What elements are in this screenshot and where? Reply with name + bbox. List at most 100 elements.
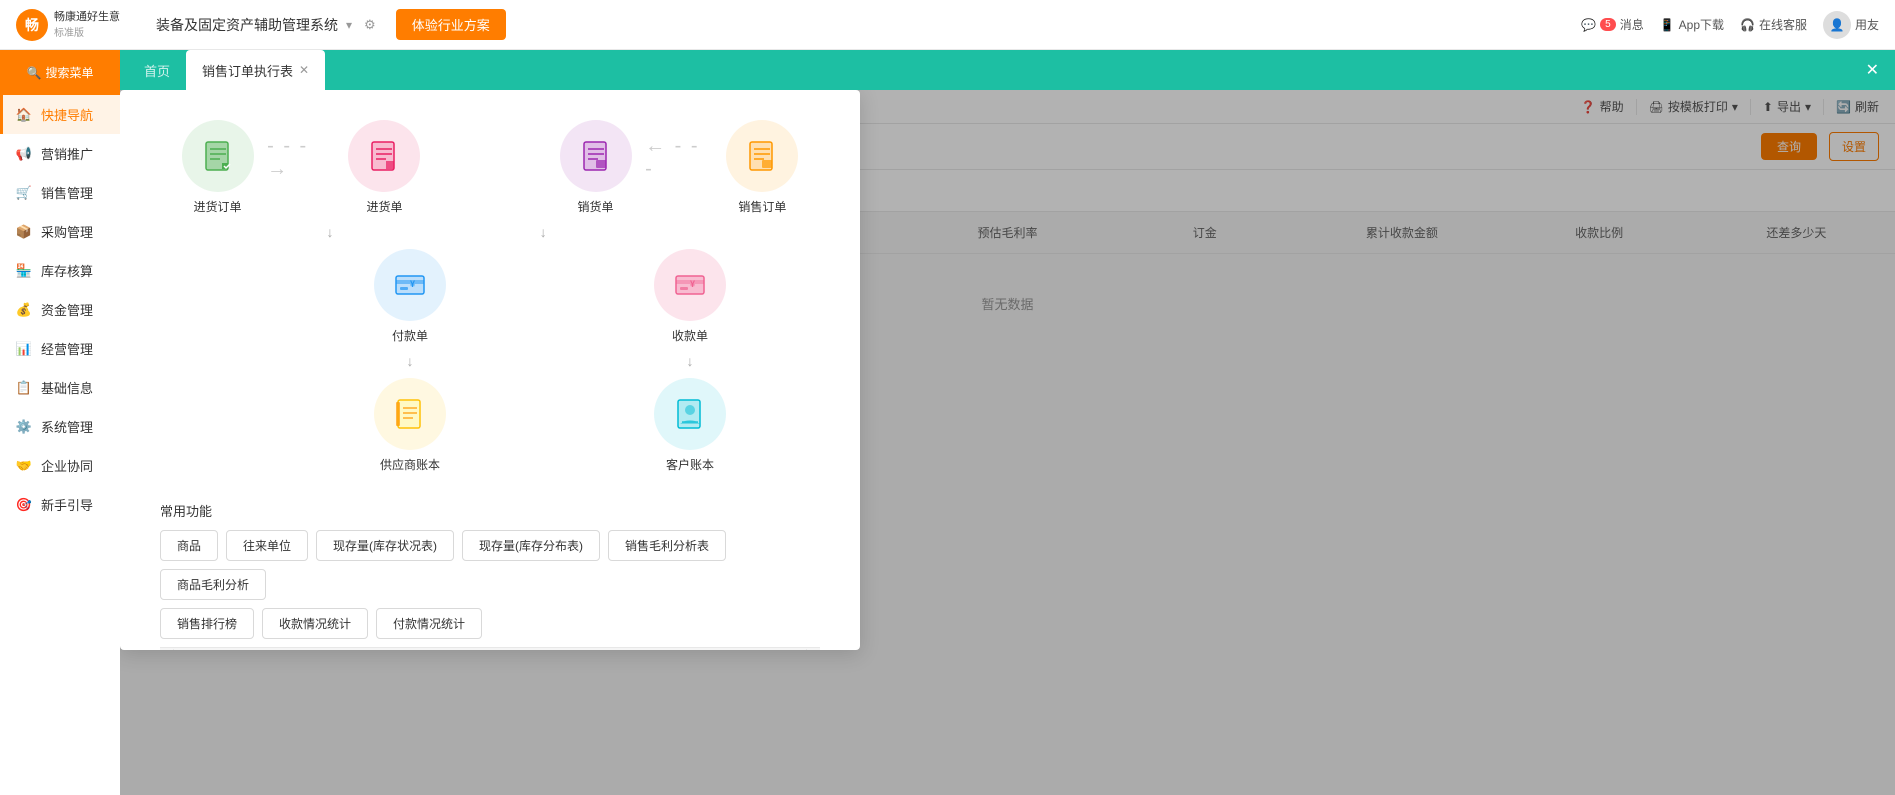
operations-icon: 📊 <box>15 340 33 358</box>
app-download-label: App下载 <box>1679 16 1724 33</box>
tab-close-icon[interactable]: ✕ <box>299 63 309 77</box>
receipt-circle: ¥ <box>654 249 726 321</box>
avatar: 👤 <box>1823 11 1851 39</box>
customer-ledger-label: 客户账本 <box>666 456 714 473</box>
sidebar-item-label: 经营管理 <box>41 339 93 358</box>
topbar: 畅 畅康通好生意 标准版 装备及固定资产辅助管理系统 ▾ ⚙ 体验行业方案 💬 … <box>0 0 1895 50</box>
purchase-order-circle <box>182 120 254 192</box>
down-arrow-payment: ↓ <box>350 354 470 368</box>
sidebar-item-label: 系统管理 <box>41 417 93 436</box>
func-btn-goods[interactable]: 商品 <box>160 530 218 561</box>
flow-item-purchase-order[interactable]: 进货订单 <box>160 120 275 215</box>
flow-item-customer-ledger[interactable]: 客户账本 <box>630 378 750 473</box>
service-icon: 🎧 <box>1740 18 1755 32</box>
finance-icon: 💰 <box>15 301 33 319</box>
system-title-area: 装备及固定资产辅助管理系统 ▾ ⚙ 体验行业方案 <box>136 9 1581 40</box>
sidebar-item-system[interactable]: ⚙️ 系统管理 <box>0 407 120 446</box>
tabbar-close-button[interactable]: ✕ <box>1858 60 1887 80</box>
func-btn-payment-stats[interactable]: 付款情况统计 <box>376 608 482 639</box>
scroll-right-icon[interactable]: ▶ <box>804 648 816 650</box>
user-action[interactable]: 👤 用友 <box>1823 11 1879 39</box>
sidebar-item-marketing[interactable]: 📢 营销推广 <box>0 134 120 173</box>
horizontal-scrollbar[interactable]: ◀ ▶ <box>160 647 820 650</box>
sidebar-item-label: 采购管理 <box>41 222 93 241</box>
arrow-2: ← - - - <box>645 135 713 201</box>
tab-sales-exec-label: 销售订单执行表 <box>202 61 293 80</box>
trial-button[interactable]: 体验行业方案 <box>396 9 506 40</box>
sidebar-item-label: 企业协同 <box>41 456 93 475</box>
sidebar-item-newbie[interactable]: 🎯 新手引导 <box>0 485 120 524</box>
sidebar-item-enterprise[interactable]: 🤝 企业协同 <box>0 446 120 485</box>
sidebar-item-inventory[interactable]: 🏪 库存核算 <box>0 251 120 290</box>
down-arrow-purchase: ↓ <box>290 225 370 239</box>
sidebar: 🔍 搜索菜单 🏠 快捷导航 📢 营销推广 🛒 销售管理 📦 采购管理 🏪 库存核… <box>0 50 120 795</box>
sales-icon: 🛒 <box>15 184 33 202</box>
tab-sales-exec[interactable]: 销售订单执行表 ✕ <box>186 50 325 90</box>
purchase-bill-label: 进货单 <box>366 198 402 215</box>
scrollbar-track[interactable] <box>176 650 805 651</box>
func-btn-receipt-stats[interactable]: 收款情况统计 <box>262 608 368 639</box>
sidebar-item-quick-nav[interactable]: 🏠 快捷导航 <box>0 95 120 134</box>
flow-row-arrows: ↓ ↓ <box>160 223 820 241</box>
supplier-ledger-label: 供应商账本 <box>380 456 440 473</box>
scrollbar-thumb[interactable] <box>176 650 679 651</box>
payment-circle: ¥ <box>374 249 446 321</box>
flow-item-purchase-bill[interactable]: 进货单 <box>327 120 442 215</box>
settings-icon[interactable]: ⚙ <box>364 17 376 33</box>
sales-bill-label: 销货单 <box>578 198 614 215</box>
flow-item-payment[interactable]: ¥ 付款单 <box>350 249 470 344</box>
func-btn-stock-status[interactable]: 现存量(库存状况表) <box>316 530 454 561</box>
arrow-1: - - - → <box>267 135 335 201</box>
func-btn-stock-dist[interactable]: 现存量(库存分布表) <box>462 530 600 561</box>
func-btn-sales-rank[interactable]: 销售排行榜 <box>160 608 254 639</box>
down-arrow-receipt: ↓ <box>630 354 750 368</box>
flow-item-supplier-ledger[interactable]: 供应商账本 <box>350 378 470 473</box>
sidebar-item-label: 新手引导 <box>41 495 93 514</box>
home-icon: 🏠 <box>15 106 33 124</box>
purchase-icon: 📦 <box>15 223 33 241</box>
sidebar-item-label: 基础信息 <box>41 378 93 397</box>
dropdown-arrow-icon[interactable]: ▾ <box>346 18 352 32</box>
func-btn-goods-margin[interactable]: 商品毛利分析 <box>160 569 266 600</box>
purchase-order-label: 进货订单 <box>194 198 242 215</box>
content-area: ❓ 帮助 🖨 按模板打印 ▾ ⬆ 导出 ▾ 🔄 刷新 <box>120 90 1895 795</box>
tab-home[interactable]: 首页 <box>128 50 186 90</box>
sidebar-item-finance[interactable]: 💰 资金管理 <box>0 290 120 329</box>
flow-modal: 进货订单 - - - → <box>120 90 860 650</box>
system-icon: ⚙️ <box>15 418 33 436</box>
search-menu-label: 搜索菜单 <box>45 64 93 81</box>
search-menu[interactable]: 🔍 搜索菜单 <box>0 58 120 87</box>
message-icon: 💬 <box>1581 18 1596 32</box>
logo-text-area: 畅康通好生意 标准版 <box>54 10 120 39</box>
sales-order-circle <box>726 120 798 192</box>
scroll-left-icon[interactable]: ◀ <box>164 648 176 650</box>
main: 首页 销售订单执行表 ✕ ✕ ❓ 帮助 🖨 按模板打印 ▾ ⬆ 导出 <box>120 50 1895 795</box>
down-arrow-sales: ↓ <box>483 225 603 239</box>
message-action[interactable]: 💬 5 消息 <box>1581 16 1644 33</box>
sidebar-item-basic-info[interactable]: 📋 基础信息 <box>0 368 120 407</box>
func-btn-sales-margin[interactable]: 销售毛利分析表 <box>608 530 726 561</box>
common-func-section: 常用功能 商品 往来单位 现存量(库存状况表) 现存量(库存分布表) 销售毛利分… <box>160 501 820 639</box>
sidebar-header: 🔍 搜索菜单 <box>0 50 120 95</box>
app-download-action[interactable]: 📱 App下载 <box>1660 16 1724 33</box>
sidebar-item-sales[interactable]: 🛒 销售管理 <box>0 173 120 212</box>
func-buttons-row2: 销售排行榜 收款情况统计 付款情况统计 <box>160 608 820 639</box>
sidebar-item-operations[interactable]: 📊 经营管理 <box>0 329 120 368</box>
logo-area: 畅 畅康通好生意 标准版 <box>16 9 136 41</box>
flow-item-sales-order[interactable]: 销售订单 <box>705 120 820 215</box>
enterprise-icon: 🤝 <box>15 457 33 475</box>
logo-icon: 畅 <box>16 9 48 41</box>
flow-item-receipt[interactable]: ¥ 收款单 <box>630 249 750 344</box>
func-btn-counterparty[interactable]: 往来单位 <box>226 530 308 561</box>
online-service-action[interactable]: 🎧 在线客服 <box>1740 16 1807 33</box>
system-title: 装备及固定资产辅助管理系统 <box>156 15 338 35</box>
sidebar-item-label: 库存核算 <box>41 261 93 280</box>
svg-text:¥: ¥ <box>690 279 695 289</box>
sidebar-item-label: 销售管理 <box>41 183 93 202</box>
sidebar-item-label: 营销推广 <box>41 144 93 163</box>
sidebar-item-purchase[interactable]: 📦 采购管理 <box>0 212 120 251</box>
customer-ledger-circle <box>654 378 726 450</box>
search-icon: 🔍 <box>27 66 42 80</box>
sidebar-item-label: 快捷导航 <box>41 105 93 124</box>
flow-item-sales-bill[interactable]: 销货单 <box>538 120 653 215</box>
